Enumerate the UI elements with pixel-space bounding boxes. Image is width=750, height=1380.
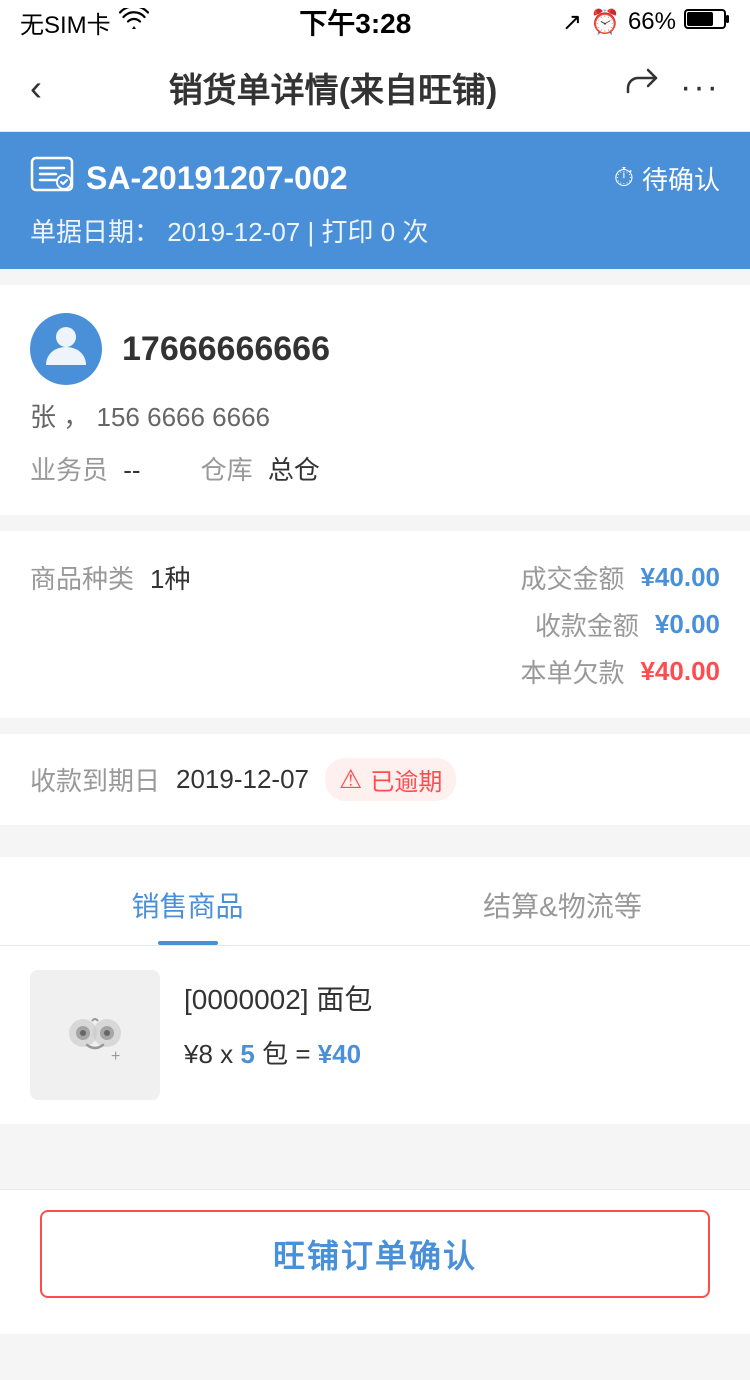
price-value: ¥8 (184, 1039, 213, 1069)
status-bar: 无SIM卡 下午3:28 ↗ ⏰ 66% (0, 0, 750, 44)
product-name: [0000002] 面包 (184, 978, 720, 1018)
product-type-label: 商品种类 (30, 559, 134, 596)
summary-left: 商品种类 1种 (30, 559, 190, 596)
tab-settlement[interactable]: 结算&物流等 (375, 857, 750, 945)
customer-section: 17666666666 张 ， 156 6666 6666 业务员 -- 仓库 … (0, 285, 750, 515)
due-date: 2019-12-07 (176, 764, 309, 795)
battery-icon (684, 7, 730, 38)
status-time: 下午3:28 (299, 2, 411, 42)
total-price: ¥40 (318, 1039, 361, 1069)
customer-phone: 17666666666 (122, 330, 330, 369)
product-title: 面包 (316, 984, 372, 1015)
wifi-icon (119, 8, 149, 37)
clock-icon: ⏱ (614, 162, 634, 194)
warehouse-value: 总仓 (268, 455, 320, 485)
equals-sign: = (295, 1039, 317, 1069)
multiply-sign: x (220, 1039, 240, 1069)
order-id: SA-20191207-002 (30, 156, 348, 200)
back-button[interactable]: ‹ (30, 67, 42, 109)
order-header: SA-20191207-002 ⏱ 待确认 单据日期： 2019-12-07 |… (0, 132, 750, 269)
receipt-row: 收款金额 ¥0.00 (535, 606, 720, 643)
tab-bar: 销售商品 结算&物流等 (0, 857, 750, 946)
transaction-row: 成交金额 ¥40.00 (520, 559, 720, 596)
divider (0, 841, 750, 857)
date-value: 2019-12-07 (167, 217, 300, 247)
status-text: 待确认 (642, 160, 720, 197)
customer-name: 张 (30, 402, 56, 432)
overdue-text: 已逾期 (370, 762, 442, 797)
transaction-label: 成交金额 (520, 559, 624, 596)
confirm-wangpu-button[interactable]: 旺铺订单确认 (40, 1210, 710, 1298)
status-right: ↗ ⏰ 66% (562, 7, 730, 38)
product-item: + [0000002] 面包 ¥8 x 5 包 = ¥40 (0, 946, 750, 1124)
avatar-icon (43, 321, 89, 377)
location-icon: ↗ (562, 8, 582, 37)
customer-detail: 张 ， 156 6666 6666 (30, 397, 720, 434)
balance-label: 本单欠款 (520, 653, 624, 690)
detail-separator: ， (63, 402, 89, 432)
overdue-badge: ⚠ 已逾期 (325, 758, 456, 801)
order-status: ⏱ 待确认 (614, 160, 720, 197)
print-separator: | (307, 217, 321, 247)
product-price: ¥8 x 5 包 = ¥40 (184, 1034, 720, 1071)
bottom-bar: 旺铺订单确认 (0, 1189, 750, 1334)
sales-label: 业务员 (30, 455, 108, 485)
customer-alt-phone: 156 6666 6666 (97, 402, 271, 432)
date-label: 单据日期： (30, 217, 160, 247)
page-title: 销货单详情(来自旺铺) (169, 63, 498, 112)
receipt-label: 收款金额 (535, 606, 639, 643)
unit: 包 (262, 1039, 288, 1069)
product-thumbnail: + (30, 970, 160, 1100)
due-label: 收款到期日 (30, 761, 160, 798)
customer-meta: 业务员 -- 仓库 总仓 (30, 450, 720, 487)
order-number: SA-20191207-002 (86, 160, 348, 197)
warehouse-label: 仓库 (201, 455, 253, 485)
share-icon[interactable] (624, 66, 660, 110)
nav-bar: ‹ 销货单详情(来自旺铺) ··· (0, 44, 750, 132)
order-date: 单据日期： 2019-12-07 | 打印 0 次 (30, 212, 720, 249)
receipt-value: ¥0.00 (655, 609, 720, 640)
sales-value: -- (123, 455, 140, 485)
balance-row: 本单欠款 ¥40.00 (520, 653, 720, 690)
product-type-item: 商品种类 1种 (30, 559, 190, 596)
carrier-label: 无SIM卡 (20, 5, 111, 40)
alarm-icon: ⏰ (590, 8, 620, 37)
product-code: [0000002] (184, 984, 309, 1015)
battery-label: 66% (628, 8, 676, 36)
quantity: 5 (240, 1039, 254, 1069)
more-icon[interactable]: ··· (680, 68, 720, 107)
avatar (30, 313, 102, 385)
summary-section: 商品种类 1种 成交金额 ¥40.00 收款金额 ¥0.00 本单欠款 ¥40.… (0, 531, 750, 718)
product-type-value: 1种 (150, 559, 190, 596)
due-section: 收款到期日 2019-12-07 ⚠ 已逾期 (0, 734, 750, 825)
summary-right: 成交金额 ¥40.00 收款金额 ¥0.00 本单欠款 ¥40.00 (520, 559, 720, 690)
status-left: 无SIM卡 (20, 5, 149, 40)
transaction-value: ¥40.00 (640, 562, 720, 593)
balance-value: ¥40.00 (640, 656, 720, 687)
order-icon (30, 156, 74, 200)
nav-actions: ··· (624, 66, 720, 110)
warehouse-info: 仓库 总仓 (201, 450, 320, 487)
sales-info: 业务员 -- (30, 450, 141, 487)
product-info: [0000002] 面包 ¥8 x 5 包 = ¥40 (184, 970, 720, 1071)
overdue-icon: ⚠ (339, 764, 362, 795)
svg-text:+: + (111, 1048, 120, 1065)
tab-sales-products[interactable]: 销售商品 (0, 857, 375, 945)
print-count: 打印 0 次 (321, 217, 428, 247)
